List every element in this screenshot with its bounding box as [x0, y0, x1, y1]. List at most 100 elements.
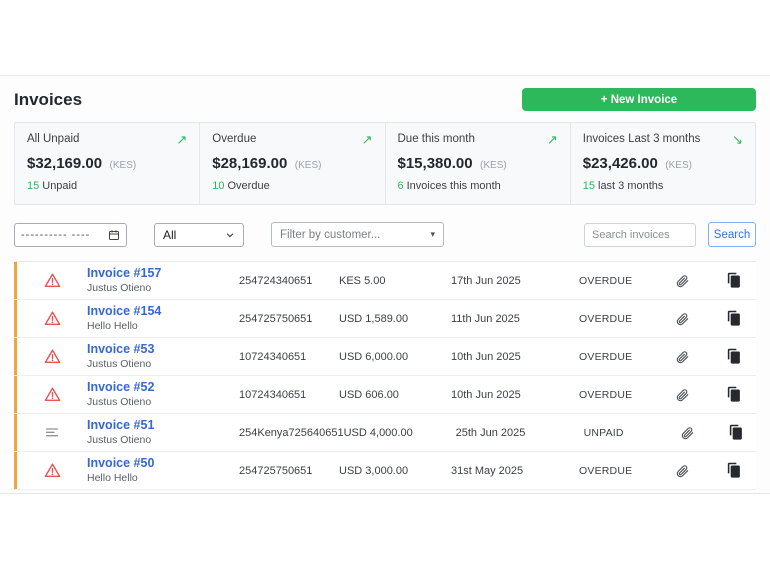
stat-currency: (KES)	[665, 160, 692, 171]
copy-icon	[727, 424, 744, 441]
warning-triangle-icon	[44, 348, 61, 365]
stat-label: All Unpaid	[27, 133, 80, 145]
warning-triangle-icon	[44, 272, 61, 289]
invoice-phone: 254725750651	[239, 312, 313, 325]
invoice-status-badge: OVERDUE	[579, 464, 633, 477]
attachment-button[interactable]	[653, 463, 711, 479]
attachment-button[interactable]	[653, 387, 711, 403]
stat-currency: (KES)	[109, 160, 137, 171]
invoice-number-link[interactable]: Invoice #154	[87, 304, 239, 320]
customer-filter-placeholder: Filter by customer...	[280, 228, 381, 241]
stat-currency: (KES)	[294, 160, 322, 171]
status-filter-value: All	[163, 227, 177, 242]
invoice-status-badge: OVERDUE	[579, 350, 633, 363]
invoice-amount: USD 3,000.00	[339, 464, 409, 477]
stat-amount: $15,380.00	[397, 155, 473, 172]
paperclip-icon	[679, 425, 695, 441]
attachment-button[interactable]	[653, 273, 711, 289]
caret-down-icon: ▾	[430, 229, 435, 239]
invoice-status-badge: OVERDUE	[579, 312, 633, 325]
date-filter-value: ---------- ----	[21, 228, 91, 241]
stat-amount: $32,169.00	[27, 155, 103, 172]
copy-icon	[725, 348, 742, 365]
invoice-customer-name: Hello Hello	[87, 471, 138, 484]
invoice-amount: USD 606.00	[339, 388, 399, 401]
row-status-icon-cell	[17, 462, 87, 479]
trend-up-icon: ↗	[361, 132, 373, 147]
attachment-button[interactable]	[658, 425, 716, 441]
copy-invoice-button[interactable]	[711, 272, 756, 289]
copy-icon	[725, 462, 742, 479]
stat-label: Due this month	[397, 133, 475, 145]
stat-amount: $28,169.00	[212, 155, 288, 172]
stat-label: Invoices Last 3 months	[582, 133, 701, 145]
copy-invoice-button[interactable]	[711, 310, 756, 327]
row-status-icon-cell	[17, 272, 87, 289]
search-invoices-input[interactable]	[584, 222, 696, 247]
chevron-down-icon	[225, 230, 235, 240]
stat-currency: (KES)	[480, 160, 507, 171]
stat-count-suffix: Invoices this month	[406, 180, 501, 192]
stat-count-suffix: last 3 months	[598, 180, 664, 192]
invoice-customer-name: Justus Otieno	[87, 395, 152, 408]
stat-card-all-unpaid: All Unpaid ↗ $32,169.00 (KES) 15 Unpaid	[15, 123, 201, 204]
invoice-phone: 254725750651	[239, 464, 313, 477]
invoice-amount: USD 6,000.00	[339, 350, 409, 363]
paperclip-icon	[674, 273, 690, 289]
invoice-status-badge: OVERDUE	[579, 274, 633, 287]
stat-card-last-3-months: Invoices Last 3 months ↘ $23,426.00 (KES…	[571, 123, 755, 204]
date-filter-input[interactable]: ---------- ----	[14, 222, 127, 247]
table-row: Invoice #52 Justus Otieno 10724340651 US…	[14, 376, 756, 414]
trend-up-icon: ↗	[176, 132, 188, 147]
paperclip-icon	[674, 463, 690, 479]
customer-filter-dropdown[interactable]: Filter by customer... ▾	[271, 222, 444, 247]
row-status-icon-cell	[17, 386, 87, 403]
paperclip-icon	[674, 311, 690, 327]
calendar-icon[interactable]	[108, 229, 120, 241]
trend-up-icon: ↗	[546, 132, 558, 147]
status-filter-select[interactable]: All	[154, 222, 244, 247]
invoice-number-link[interactable]: Invoice #53	[87, 342, 239, 358]
invoice-number-link[interactable]: Invoice #157	[87, 266, 239, 282]
stat-card-due-this-month: Due this month ↗ $15,380.00 (KES) 6 Invoi…	[386, 123, 571, 204]
invoice-phone: 254Kenya725640651	[239, 426, 344, 439]
invoice-due-date: 10th Jun 2025	[451, 388, 521, 401]
stat-count: 10	[212, 180, 225, 192]
invoice-number-link[interactable]: Invoice #50	[87, 456, 239, 472]
row-status-icon-cell	[17, 310, 87, 327]
page-title: Invoices	[14, 89, 83, 109]
warning-triangle-icon	[44, 310, 61, 327]
invoice-phone: 10724340651	[239, 388, 307, 401]
invoice-phone: 10724340651	[239, 350, 307, 363]
search-button[interactable]: Search	[708, 222, 756, 247]
stat-label: Overdue	[212, 133, 257, 145]
table-row: Invoice #157 Justus Otieno 254724340651 …	[14, 262, 756, 300]
stats-row: All Unpaid ↗ $32,169.00 (KES) 15 Unpaid O…	[14, 122, 756, 205]
invoice-number-link[interactable]: Invoice #51	[87, 418, 239, 434]
invoice-amount: KES 5.00	[339, 274, 386, 287]
copy-invoice-button[interactable]	[711, 462, 756, 479]
warning-triangle-icon	[44, 462, 61, 479]
table-row: Invoice #154 Hello Hello 254725750651 US…	[14, 300, 756, 338]
stat-count: 15	[27, 180, 40, 192]
stat-card-overdue: Overdue ↗ $28,169.00 (KES) 10 Overdue	[200, 123, 386, 204]
paperclip-icon	[674, 349, 690, 365]
stat-count-suffix: Unpaid	[42, 180, 78, 192]
stat-amount: $23,426.00	[582, 155, 658, 172]
attachment-button[interactable]	[653, 349, 711, 365]
copy-invoice-button[interactable]	[716, 424, 756, 441]
new-invoice-button[interactable]: + New Invoice	[522, 88, 756, 111]
copy-invoice-button[interactable]	[711, 386, 756, 403]
stat-count-suffix: Overdue	[227, 180, 270, 192]
row-status-icon-cell	[17, 348, 87, 365]
attachment-button[interactable]	[653, 311, 711, 327]
table-row: Invoice #50 Hello Hello 254725750651 USD…	[14, 452, 756, 490]
copy-invoice-button[interactable]	[711, 348, 756, 365]
invoice-number-link[interactable]: Invoice #52	[87, 380, 239, 396]
invoice-due-date: 10th Jun 2025	[451, 350, 521, 363]
invoices-panel: Invoices + New Invoice All Unpaid ↗ $32,…	[0, 75, 770, 494]
paperclip-icon	[674, 387, 690, 403]
invoice-due-date: 11th Jun 2025	[451, 312, 520, 325]
trend-down-icon: ↘	[732, 132, 743, 147]
invoice-due-date: 31st May 2025	[451, 464, 524, 477]
